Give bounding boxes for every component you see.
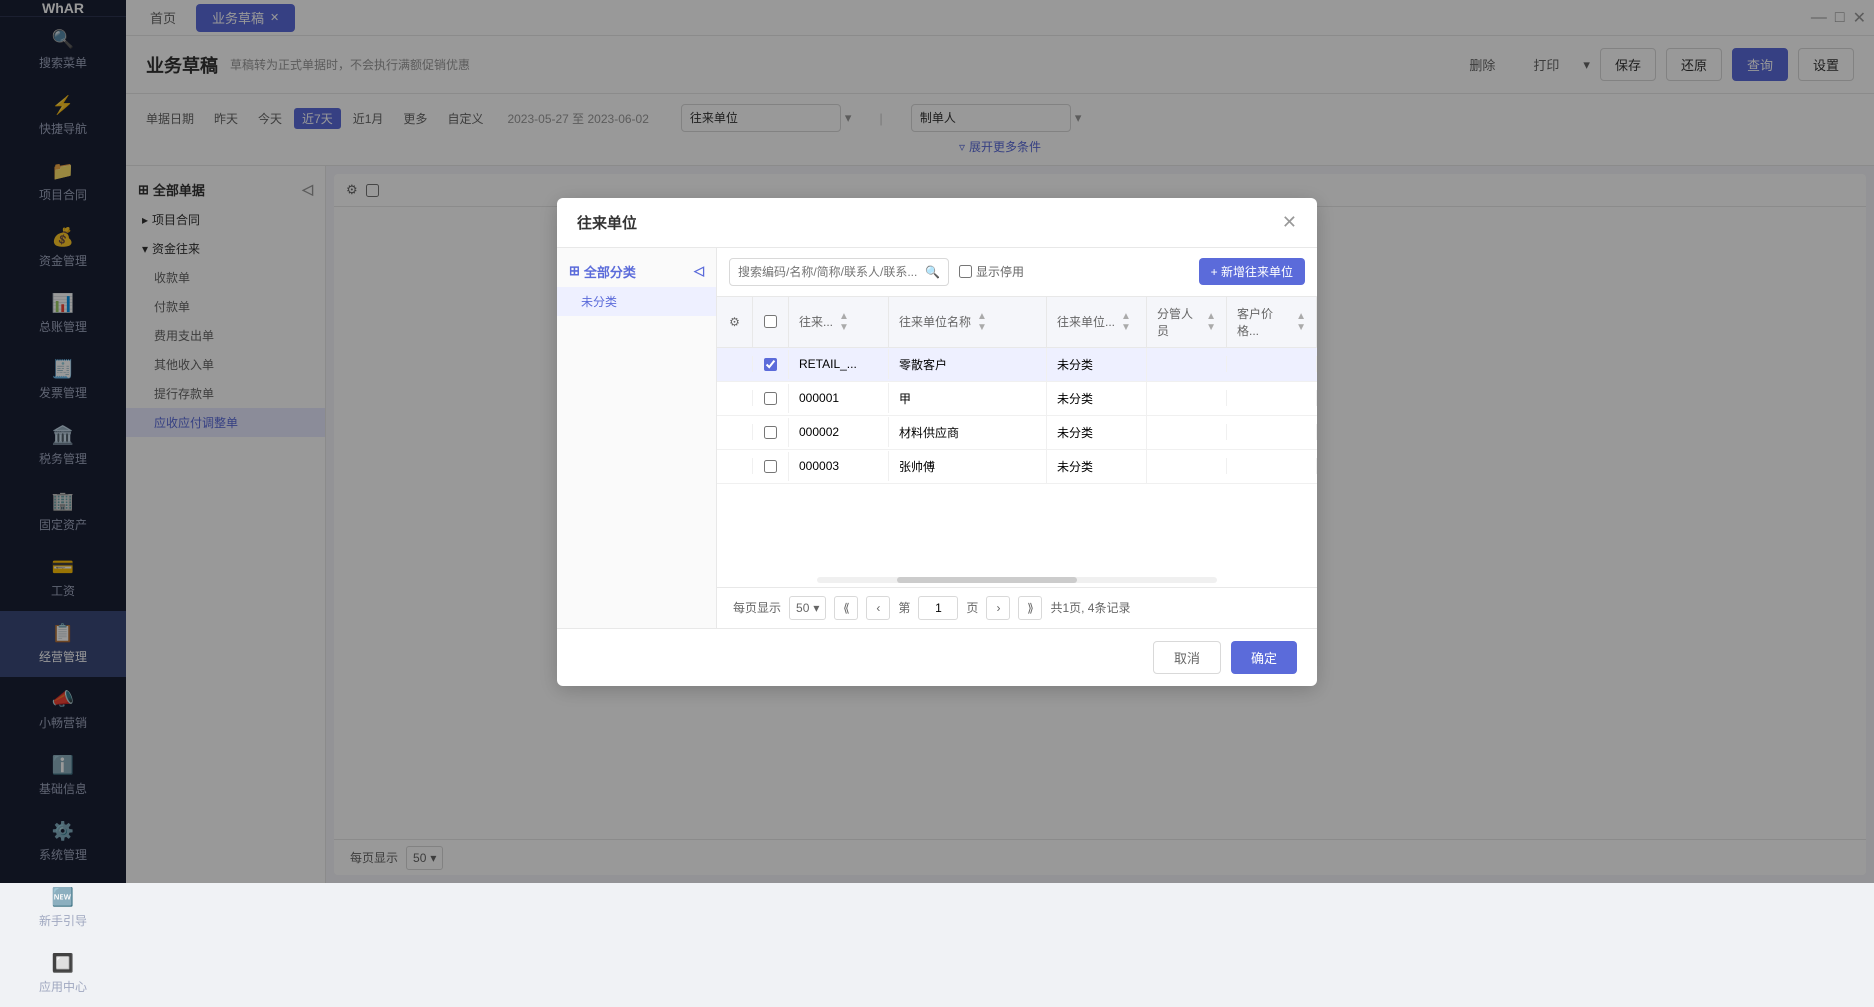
td-check-3[interactable] xyxy=(753,418,789,447)
dialog-footer: 取消 确定 xyxy=(557,628,1317,686)
td-price-3 xyxy=(1227,424,1317,440)
table-row[interactable]: 000002 材料供应商 未分类 xyxy=(717,416,1317,450)
category-uncategorized[interactable]: 未分类 xyxy=(557,287,716,316)
guide-icon: 🆕 xyxy=(52,887,74,908)
cancel-button[interactable]: 取消 xyxy=(1153,641,1221,674)
dialog-toolbar: 🔍 显示停用 + 新增往来单位 xyxy=(717,248,1317,297)
show-disabled-label: 显示停用 xyxy=(976,263,1024,280)
dialog-categories: ⊞ 全部分类 ◁ 未分类 xyxy=(557,248,717,628)
sidebar-item-apps[interactable]: 🔲 应用中心 xyxy=(0,941,126,1007)
confirm-button[interactable]: 确定 xyxy=(1231,641,1297,674)
per-page-label: 每页显示 xyxy=(733,599,781,616)
category-collapse-icon[interactable]: ◁ xyxy=(694,263,704,279)
dialog-overlay: 往来单位 ✕ ⊞ 全部分类 ◁ 未分类 xyxy=(0,0,1874,883)
th-settings[interactable]: ⚙ xyxy=(717,297,753,347)
sort-icon-type: ▲▼ xyxy=(1121,311,1131,333)
td-settings-4 xyxy=(717,458,753,474)
td-price-1 xyxy=(1227,356,1317,372)
sort-icon: ▲▼ xyxy=(839,311,849,333)
table-header: ⚙ 往来... ▲▼ 往来单位名称 ▲▼ 往来单 xyxy=(717,297,1317,348)
counterpart-dialog: 往来单位 ✕ ⊞ 全部分类 ◁ 未分类 xyxy=(557,198,1317,686)
dialog-header: 往来单位 ✕ xyxy=(557,198,1317,248)
sidebar-item-guide[interactable]: 🆕 新手引导 xyxy=(0,875,126,941)
apps-icon: 🔲 xyxy=(52,953,74,974)
td-type-1: 未分类 xyxy=(1047,348,1147,381)
horizontal-scrollbar[interactable] xyxy=(817,577,1217,583)
td-person-2 xyxy=(1147,390,1227,406)
table-row[interactable]: 000001 甲 未分类 xyxy=(717,382,1317,416)
td-code-3: 000002 xyxy=(789,417,889,447)
td-type-4: 未分类 xyxy=(1047,450,1147,483)
row-checkbox-2[interactable] xyxy=(764,392,777,405)
td-type-2: 未分类 xyxy=(1047,382,1147,415)
th-check[interactable] xyxy=(753,297,789,347)
td-name-3: 材料供应商 xyxy=(889,416,1047,449)
category-header: ⊞ 全部分类 ◁ xyxy=(557,256,716,287)
table-select-all[interactable] xyxy=(764,315,777,328)
search-input[interactable] xyxy=(738,265,921,279)
search-icon: 🔍 xyxy=(925,265,940,279)
last-page-btn[interactable]: ⟫ xyxy=(1018,596,1042,620)
page-word: 第 xyxy=(898,599,910,616)
td-price-2 xyxy=(1227,390,1317,406)
td-person-4 xyxy=(1147,458,1227,474)
sidebar-item-label: 新手引导 xyxy=(39,912,87,929)
per-page-dropdown-icon: ▾ xyxy=(813,601,819,615)
dialog-body: ⊞ 全部分类 ◁ 未分类 🔍 显示停用 xyxy=(557,248,1317,628)
row-checkbox-3[interactable] xyxy=(764,426,777,439)
th-price: 客户价格... ▲▼ xyxy=(1227,297,1317,347)
td-name-1: 零散客户 xyxy=(889,348,1047,381)
disabled-checkbox[interactable] xyxy=(959,265,972,278)
total-info: 共1页, 4条记录 xyxy=(1050,599,1130,616)
td-check-1[interactable] xyxy=(753,350,789,379)
add-counterpart-button[interactable]: + 新增往来单位 xyxy=(1199,258,1305,285)
th-type: 往来单位... ▲▼ xyxy=(1047,297,1147,347)
td-check-2[interactable] xyxy=(753,384,789,413)
td-code-1: RETAIL_... xyxy=(789,349,889,379)
page-number-input[interactable] xyxy=(918,596,958,620)
row-checkbox-4[interactable] xyxy=(764,460,777,473)
page-label: 页 xyxy=(966,599,978,616)
th-name: 往来单位名称 ▲▼ xyxy=(889,297,1047,347)
category-header-label: 全部分类 xyxy=(584,262,636,281)
td-settings-1 xyxy=(717,356,753,372)
table-row[interactable]: 000003 张帅傅 未分类 xyxy=(717,450,1317,484)
sort-icon-name: ▲▼ xyxy=(977,311,987,333)
td-name-2: 甲 xyxy=(889,382,1047,415)
td-type-3: 未分类 xyxy=(1047,416,1147,449)
sort-icon-price: ▲▼ xyxy=(1296,311,1306,333)
td-settings-3 xyxy=(717,424,753,440)
show-disabled-checkbox[interactable]: 显示停用 xyxy=(959,263,1024,280)
row-checkbox-1[interactable] xyxy=(764,358,777,371)
td-code-4: 000003 xyxy=(789,451,889,481)
first-page-btn[interactable]: ⟪ xyxy=(834,596,858,620)
td-check-4[interactable] xyxy=(753,452,789,481)
td-settings-2 xyxy=(717,390,753,406)
dialog-close-icon[interactable]: ✕ xyxy=(1282,212,1297,233)
th-code: 往来... ▲▼ xyxy=(789,297,889,347)
per-page-select[interactable]: 50 ▾ xyxy=(789,596,826,620)
counterpart-table: ⚙ 往来... ▲▼ 往来单位名称 ▲▼ 往来单 xyxy=(717,297,1317,573)
td-code-2: 000001 xyxy=(789,383,889,413)
th-person: 分管人员 ▲▼ xyxy=(1147,297,1227,347)
td-name-4: 张帅傅 xyxy=(889,450,1047,483)
td-price-4 xyxy=(1227,458,1317,474)
pagination: 每页显示 50 ▾ ⟪ ‹ 第 页 › ⟫ 共1页, 4条记录 xyxy=(717,587,1317,628)
td-person-1 xyxy=(1147,356,1227,372)
search-box[interactable]: 🔍 xyxy=(729,258,949,286)
dialog-title: 往来单位 xyxy=(577,212,637,233)
td-person-3 xyxy=(1147,424,1227,440)
sort-icon-person: ▲▼ xyxy=(1206,311,1216,333)
sidebar-item-label: 应用中心 xyxy=(39,978,87,995)
dialog-right: 🔍 显示停用 + 新增往来单位 ⚙ xyxy=(717,248,1317,628)
scrollbar-area xyxy=(717,573,1317,587)
prev-page-btn[interactable]: ‹ xyxy=(866,596,890,620)
table-row[interactable]: RETAIL_... 零散客户 未分类 xyxy=(717,348,1317,382)
scrollbar-thumb[interactable] xyxy=(897,577,1077,583)
category-grid-icon: ⊞ xyxy=(569,263,580,279)
next-page-btn[interactable]: › xyxy=(986,596,1010,620)
